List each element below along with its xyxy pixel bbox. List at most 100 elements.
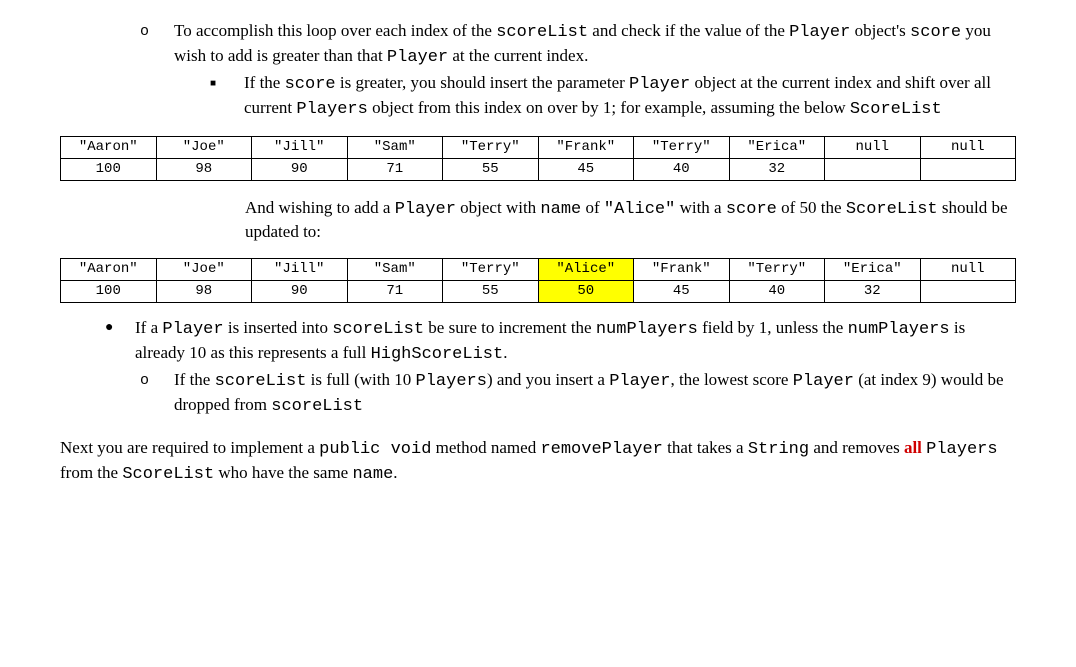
emphasis-all: all bbox=[904, 438, 922, 457]
paragraph-text: If a Player is inserted into scoreList b… bbox=[135, 317, 1016, 367]
table-cell-name: "Jill" bbox=[252, 136, 348, 158]
code-run: scoreList bbox=[496, 23, 588, 42]
list-item-full-drop: o If the scoreList is full (with 10 Play… bbox=[140, 369, 1016, 419]
bullet-square-icon: ■ bbox=[210, 72, 244, 122]
code-run: "Alice" bbox=[604, 200, 675, 219]
code-run: ScoreList bbox=[850, 100, 942, 119]
table-cell-score bbox=[920, 281, 1016, 303]
text-run: and check if the value of the bbox=[588, 21, 789, 40]
code-run: removePlayer bbox=[540, 440, 662, 459]
table-cell-name: "Frank" bbox=[538, 136, 634, 158]
table-cell-name: "Alice" bbox=[538, 259, 634, 281]
table-cell-name: null bbox=[920, 259, 1016, 281]
table-cell-score: 32 bbox=[729, 158, 825, 180]
paragraph-text: To accomplish this loop over each index … bbox=[174, 20, 1016, 70]
code-run: Players bbox=[416, 372, 487, 391]
text-run: If the bbox=[174, 370, 215, 389]
table-cell-score: 55 bbox=[443, 158, 539, 180]
table-cell-name: "Sam" bbox=[347, 259, 443, 281]
table-row: "Aaron""Joe""Jill""Sam""Terry""Alice""Fr… bbox=[61, 259, 1016, 281]
code-run: scoreList bbox=[271, 397, 363, 416]
table-cell-name: "Terry" bbox=[729, 259, 825, 281]
scorelist-table-after: "Aaron""Joe""Jill""Sam""Terry""Alice""Fr… bbox=[60, 258, 1016, 303]
table-cell-score: 40 bbox=[634, 158, 730, 180]
code-run: Players bbox=[926, 440, 997, 459]
code-run: ScoreList bbox=[122, 465, 214, 484]
list-item-increment: ● If a Player is inserted into scoreList… bbox=[105, 317, 1016, 367]
code-run: Players bbox=[296, 100, 367, 119]
text-run: of bbox=[581, 198, 604, 217]
table-cell-score: 90 bbox=[252, 158, 348, 180]
text-run: field by 1, unless the bbox=[698, 318, 848, 337]
table-cell-name: "Joe" bbox=[156, 136, 252, 158]
bullet-circle-icon: o bbox=[140, 369, 174, 419]
text-run: To accomplish this loop over each index … bbox=[174, 21, 496, 40]
code-run: score bbox=[285, 75, 336, 94]
table-cell-name: "Joe" bbox=[156, 259, 252, 281]
table-cell-name: "Aaron" bbox=[61, 136, 157, 158]
code-run: public void bbox=[319, 440, 431, 459]
table-cell-name: null bbox=[920, 136, 1016, 158]
table-cell-score: 45 bbox=[538, 158, 634, 180]
bullet-dot-icon: ● bbox=[105, 317, 135, 367]
paragraph-removeplayer: Next you are required to implement a pub… bbox=[60, 437, 1016, 487]
code-run: Player bbox=[162, 320, 223, 339]
table-cell-name: "Terry" bbox=[443, 259, 539, 281]
table-cell-name: "Jill" bbox=[252, 259, 348, 281]
table-cell-score: 98 bbox=[156, 281, 252, 303]
text-run: object with bbox=[456, 198, 541, 217]
table-cell-name: "Erica" bbox=[729, 136, 825, 158]
text-run: is full (with 10 bbox=[306, 370, 415, 389]
table-cell-score: 55 bbox=[443, 281, 539, 303]
code-run: Player bbox=[793, 372, 854, 391]
table-cell-name: "Aaron" bbox=[61, 259, 157, 281]
code-run: Player bbox=[395, 200, 456, 219]
code-run: Player bbox=[609, 372, 670, 391]
text-run: If the bbox=[244, 73, 285, 92]
table-cell-score: 100 bbox=[61, 281, 157, 303]
code-run: name bbox=[540, 200, 581, 219]
table-cell-score: 32 bbox=[825, 281, 921, 303]
table-row: 10098907155454032 bbox=[61, 158, 1016, 180]
text-run: at the current index. bbox=[448, 46, 588, 65]
code-run: ScoreList bbox=[846, 200, 938, 219]
code-run: Player bbox=[629, 75, 690, 94]
table-cell-score: 100 bbox=[61, 158, 157, 180]
bullet-circle-icon: o bbox=[140, 20, 174, 70]
text-run: , the lowest score bbox=[670, 370, 792, 389]
table-cell-score bbox=[825, 158, 921, 180]
paragraph-text: If the scoreList is full (with 10 Player… bbox=[174, 369, 1016, 419]
table-cell-score: 71 bbox=[347, 281, 443, 303]
text-run: If a bbox=[135, 318, 162, 337]
code-run: Player bbox=[789, 23, 850, 42]
table-cell-score: 71 bbox=[347, 158, 443, 180]
code-run: HighScoreList bbox=[371, 345, 504, 364]
table-cell-score: 50 bbox=[538, 281, 634, 303]
text-run: who have the same bbox=[214, 463, 352, 482]
text-run: be sure to increment the bbox=[424, 318, 596, 337]
table-cell-score bbox=[920, 158, 1016, 180]
table-cell-score: 98 bbox=[156, 158, 252, 180]
table-cell-score: 40 bbox=[729, 281, 825, 303]
code-run: Player bbox=[387, 48, 448, 67]
table-cell-name: "Terry" bbox=[443, 136, 539, 158]
code-run: numPlayers bbox=[596, 320, 698, 339]
list-item-loop-over: o To accomplish this loop over each inde… bbox=[140, 20, 1016, 70]
text-run: Next you are required to implement a bbox=[60, 438, 319, 457]
paragraph-text: If the score is greater, you should inse… bbox=[244, 72, 1016, 122]
text-run: that takes a bbox=[663, 438, 748, 457]
table-row: 1009890715550454032 bbox=[61, 281, 1016, 303]
paragraph-add-alice: And wishing to add a Player object with … bbox=[245, 197, 1016, 245]
text-run: is greater, you should insert the parame… bbox=[336, 73, 629, 92]
code-run: score bbox=[726, 200, 777, 219]
text-run: And wishing to add a bbox=[245, 198, 395, 217]
text-run: . bbox=[503, 343, 507, 362]
text-run: and removes bbox=[809, 438, 904, 457]
text-run: ) and you insert a bbox=[487, 370, 609, 389]
code-run: numPlayers bbox=[848, 320, 950, 339]
list-item-if-greater: ■ If the score is greater, you should in… bbox=[210, 72, 1016, 122]
table-cell-name: "Frank" bbox=[634, 259, 730, 281]
table-cell-name: null bbox=[825, 136, 921, 158]
text-run: is inserted into bbox=[224, 318, 333, 337]
text-run: method named bbox=[431, 438, 540, 457]
